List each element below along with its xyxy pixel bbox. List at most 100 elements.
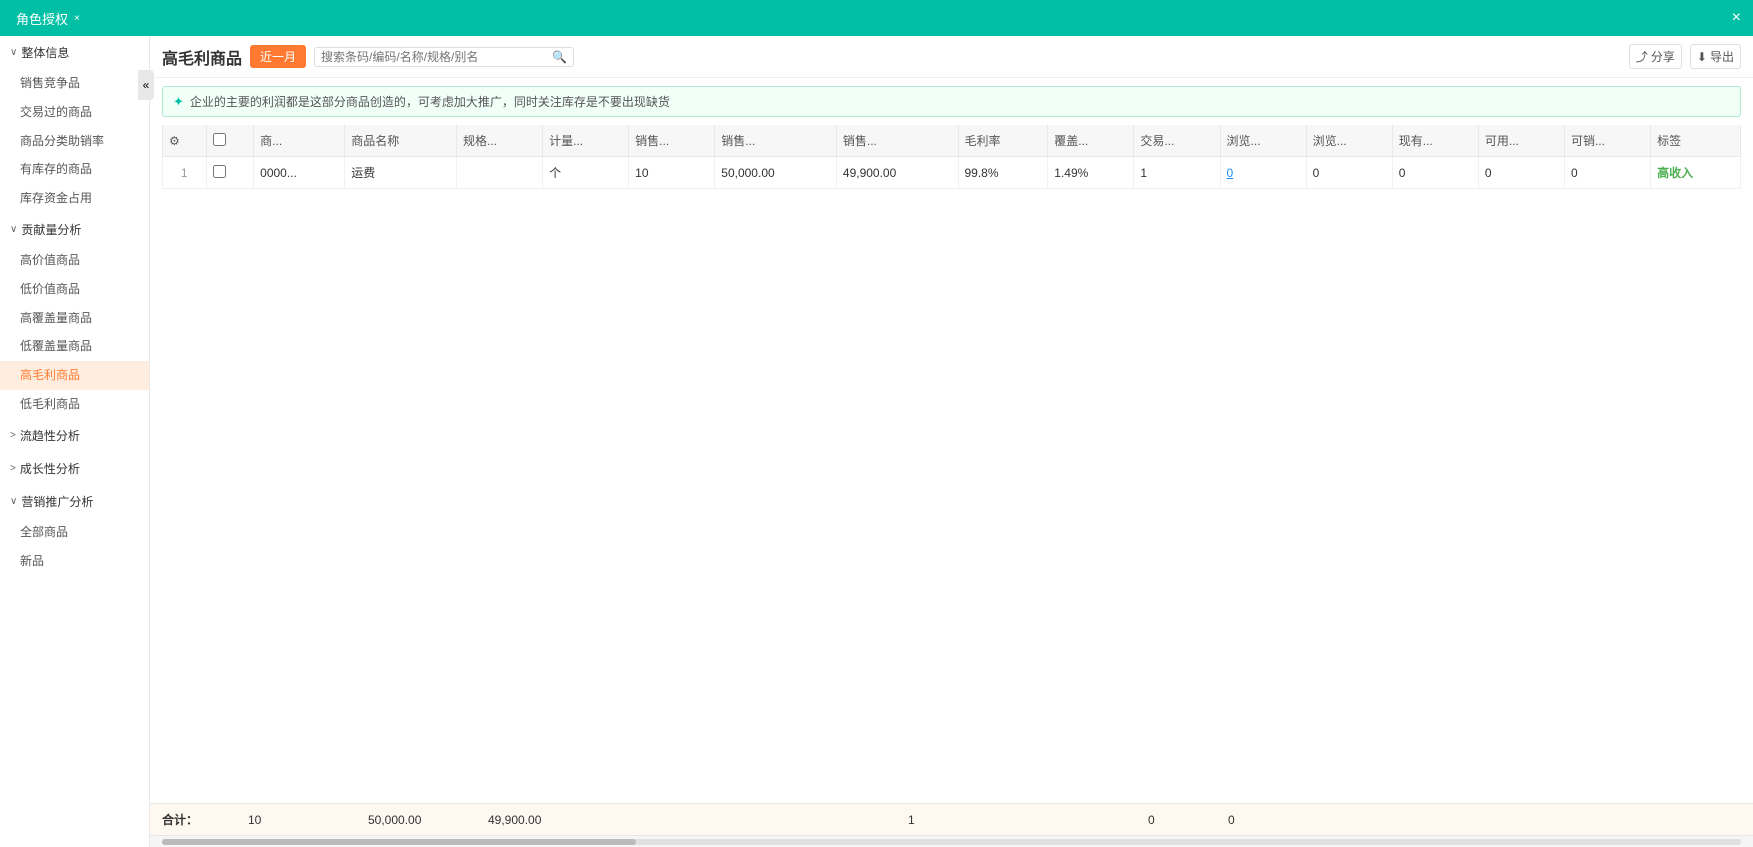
info-icon: ✦ (173, 94, 184, 110)
table-body: 10000...运费个1050,000.0049,900.0099.8%1.49… (163, 157, 1741, 189)
cell-browse2: 0 (1306, 157, 1392, 189)
cell-code: 0000... (254, 157, 345, 189)
cell-trade_count: 1 (1134, 157, 1220, 189)
sidebar-item-库存资金占用[interactable]: 库存资金占用 (0, 184, 149, 213)
col-header-sellable[interactable]: 可销... (1564, 125, 1650, 157)
total-sellable: 0 (1222, 813, 1302, 827)
cell-coverage: 1.49% (1048, 157, 1134, 189)
cell-current_stock: 0 (1392, 157, 1478, 189)
sidebar-group-3[interactable]: >成长性分析 (0, 452, 149, 485)
col-header-coverage[interactable]: 覆盖... (1048, 125, 1134, 157)
content-area: 高毛利商品 近一月 🔍 ⤴ 分享 ⬇ 导出 ✦ 企业的主要的利润都是这部分商品创… (150, 36, 1753, 847)
col-header-current_stock[interactable]: 现有... (1392, 125, 1478, 157)
sidebar-group-2[interactable]: >流趋性分析 (0, 419, 149, 452)
cell-settings: 1 (163, 157, 207, 189)
col-header-code[interactable]: 商... (254, 125, 345, 157)
sidebar-item-低毛利商品[interactable]: 低毛利商品 (0, 390, 149, 419)
cell-name[interactable]: 运费 (345, 157, 457, 189)
sidebar-group-0[interactable]: ∨整体信息 (0, 36, 149, 69)
filter-button[interactable]: 近一月 (250, 45, 306, 68)
sidebar-group-label-4: 营销推广分析 (21, 493, 93, 510)
sidebar-group-4[interactable]: ∨ 营销推广分析 (0, 485, 149, 518)
sidebar-item-新品[interactable]: 新品 (0, 547, 149, 576)
total-available: 0 (1142, 813, 1222, 827)
col-header-browse2[interactable]: 浏览... (1306, 125, 1392, 157)
cell-sales_qty: 10 (629, 157, 715, 189)
sidebar-item-低覆盖量商品[interactable]: 低覆盖量商品 (0, 332, 149, 361)
table-wrapper: ⚙商...商品名称规格...计量...销售...销售...销售...毛利率覆盖.… (150, 125, 1753, 803)
col-header-gross_margin[interactable]: 毛利率 (958, 125, 1048, 157)
page-title: 高毛利商品 (162, 45, 242, 69)
sidebar-item-高覆盖量商品[interactable]: 高覆盖量商品 (0, 304, 149, 333)
col-header-tag[interactable]: 标签 (1651, 125, 1741, 157)
col-header-unit[interactable]: 计量... (543, 125, 629, 157)
info-banner: ✦ 企业的主要的利润都是这部分商品创造的，可考虑加大推广，同时关注库存是不要出现… (162, 86, 1741, 117)
col-header-sales_qty[interactable]: 销售... (629, 125, 715, 157)
cell-checkbox (206, 157, 254, 189)
content-header: 高毛利商品 近一月 🔍 ⤴ 分享 ⬇ 导出 (150, 36, 1753, 78)
sidebar-item-高毛利商品[interactable]: 高毛利商品 (0, 361, 149, 390)
total-sales-profit: 49,900.00 (482, 813, 602, 827)
cell-sales_amt: 50,000.00 (715, 157, 837, 189)
sidebar-item-商品分类助销率[interactable]: 商品分类助销率 (0, 127, 149, 156)
col-header-spec[interactable]: 规格... (456, 125, 542, 157)
info-text: 企业的主要的利润都是这部分商品创造的，可考虑加大推广，同时关注库存是不要出现缺货 (190, 93, 670, 110)
cell-unit: 个 (543, 157, 629, 189)
top-nav: 首页销售单 ×进货单 ×权限设置 ×角色授权 ×产成品入库单 ×单据模板设置 ×… (0, 0, 1753, 36)
cell-browse1[interactable]: 0 (1220, 157, 1306, 189)
nav-tab-角色授权[interactable]: 角色授权 × (4, 0, 118, 36)
total-trade: 1 (902, 813, 982, 827)
cell-sales_profit: 49,900.00 (836, 157, 958, 189)
cell-spec (456, 157, 542, 189)
total-sales-amt: 50,000.00 (362, 813, 482, 827)
total-cells: 10 50,000.00 49,900.00 1 0 0 (242, 813, 1741, 827)
col-header-sales_profit[interactable]: 销售... (836, 125, 958, 157)
cell-sellable: 0 (1564, 157, 1650, 189)
cell-tag: 高收入 (1651, 157, 1741, 189)
search-icon[interactable]: 🔍 (552, 50, 567, 64)
col-header-browse1[interactable]: 浏览... (1220, 125, 1306, 157)
sidebar-group-label-1: 贡献量分析 (21, 221, 81, 238)
sidebar-item-低价值商品[interactable]: 低价值商品 (0, 275, 149, 304)
select-all-checkbox[interactable] (213, 133, 226, 146)
data-table: ⚙商...商品名称规格...计量...销售...销售...销售...毛利率覆盖.… (162, 125, 1741, 189)
search-input[interactable] (321, 50, 548, 64)
table-header: ⚙商...商品名称规格...计量...销售...销售...销售...毛利率覆盖.… (163, 125, 1741, 157)
header-actions: ⤴ 分享 ⬇ 导出 (1629, 44, 1741, 69)
sidebar-group-arrow-2: > (10, 430, 16, 441)
col-header-settings[interactable]: ⚙ (163, 125, 207, 157)
sidebar-group-arrow-0: ∨ (10, 47, 17, 58)
sidebar-group-1[interactable]: ∨ 贡献量分析 (0, 213, 149, 246)
sidebar-collapse-button[interactable]: « (138, 70, 154, 100)
sidebar-item-全部商品[interactable]: 全部商品 (0, 518, 149, 547)
sidebar-group-arrow-1: ∨ (10, 224, 17, 235)
share-button[interactable]: ⤴ 分享 (1629, 44, 1682, 69)
tab-close-icon[interactable]: × (74, 13, 80, 24)
total-sales-qty: 10 (242, 813, 362, 827)
sidebar-group-arrow-4: ∨ (10, 496, 17, 507)
sidebar-item-高价值商品[interactable]: 高价值商品 (0, 246, 149, 275)
cell-available: 0 (1478, 157, 1564, 189)
browse1-link[interactable]: 0 (1227, 166, 1234, 180)
sidebar-item-销售竞争品[interactable]: 销售竞争品 (0, 69, 149, 98)
sidebar-group-label-3: 成长性分析 (20, 460, 80, 477)
export-icon: ⬇ (1697, 50, 1707, 64)
col-header-available[interactable]: 可用... (1478, 125, 1564, 157)
row-checkbox[interactable] (213, 165, 226, 178)
close-all-button[interactable]: × (1724, 9, 1749, 27)
col-header-trade_count[interactable]: 交易... (1134, 125, 1220, 157)
footer-total: 合计： 10 50,000.00 49,900.00 1 0 0 (150, 803, 1753, 835)
sidebar: ∨整体信息销售竞争品交易过的商品商品分类助销率有库存的商品库存资金占用 ∨ 贡献量分… (0, 36, 150, 847)
col-header-name[interactable]: 商品名称 (345, 125, 457, 157)
col-header-sales_amt[interactable]: 销售... (715, 125, 837, 157)
export-button[interactable]: ⬇ 导出 (1690, 44, 1741, 69)
scroll-track (162, 839, 1741, 845)
main-layout: ∨整体信息销售竞争品交易过的商品商品分类助销率有库存的商品库存资金占用 ∨ 贡献量分… (0, 36, 1753, 847)
sidebar-item-交易过的商品[interactable]: 交易过的商品 (0, 98, 149, 127)
sidebar-groups: ∨整体信息销售竞争品交易过的商品商品分类助销率有库存的商品库存资金占用 ∨ 贡献量分… (0, 36, 149, 575)
table-row: 10000...运费个1050,000.0049,900.0099.8%1.49… (163, 157, 1741, 189)
total-label: 合计： (162, 811, 242, 828)
sidebar-item-有库存的商品[interactable]: 有库存的商品 (0, 155, 149, 184)
col-header-checkbox[interactable] (206, 125, 254, 157)
bottom-scrollbar[interactable] (150, 835, 1753, 847)
